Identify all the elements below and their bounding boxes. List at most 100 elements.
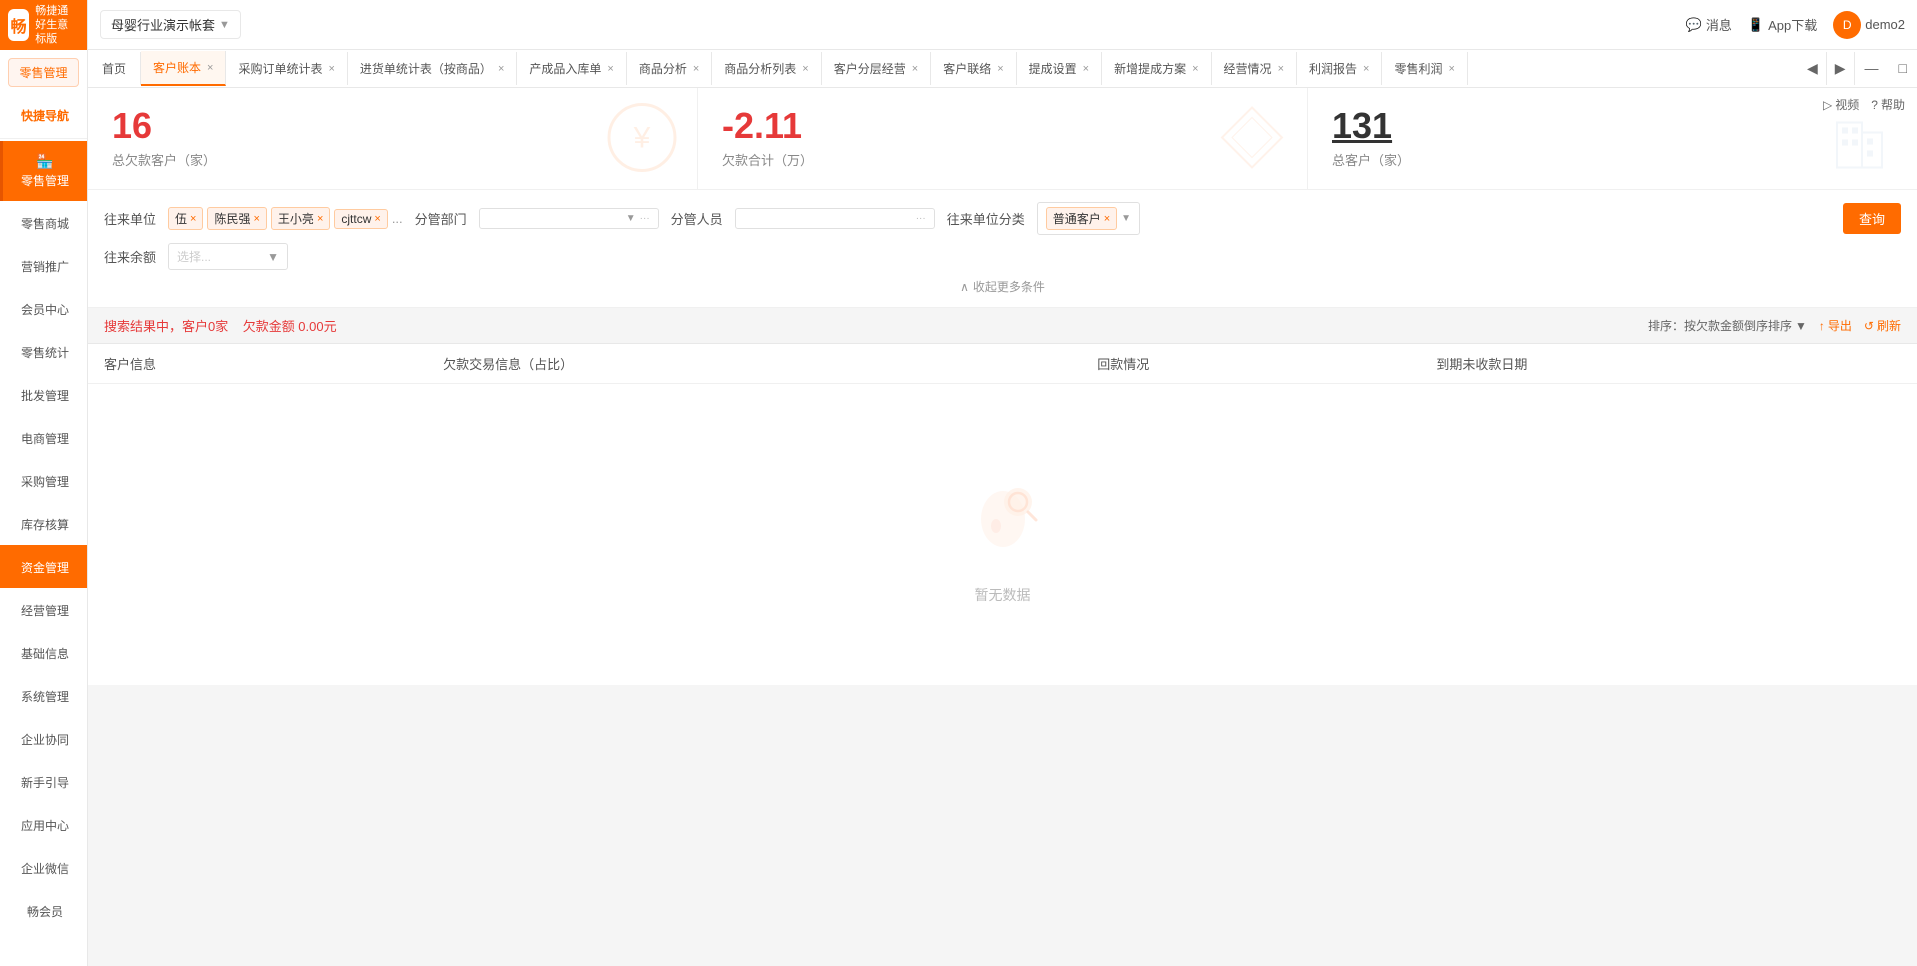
- customer-ledger-page: ▷ 视频 ? 帮助 ¥: [88, 88, 1917, 685]
- tab-product-analysis-list[interactable]: 商品分析列表 ×: [712, 52, 821, 85]
- tab-home[interactable]: 首页: [88, 52, 141, 85]
- page-content-area: ▷ 视频 ? 帮助 ¥: [88, 88, 1917, 966]
- filter-area: 往来单位 伍 × 陈民强 × 王小亮: [88, 190, 1917, 308]
- sidebar-item-member[interactable]: 会员中心: [0, 287, 87, 330]
- tab-purchase-order-stats[interactable]: 采购订单统计表 ×: [226, 52, 347, 85]
- message-icon: 💬: [1686, 17, 1702, 33]
- filter-dept-select[interactable]: ▼ ···: [479, 208, 659, 229]
- sidebar-item-inventory[interactable]: 库存核算: [0, 502, 87, 545]
- results-summary: 搜索结果中，客户0家 欠款金额 0.00元: [104, 316, 337, 335]
- sidebar-item-vip[interactable]: 畅会员: [0, 889, 87, 932]
- stat-debit-amount: -2.11 欠款合计（万）: [698, 88, 1308, 189]
- sidebar-item-wechat[interactable]: 企业微信: [0, 846, 87, 889]
- sidebar-item-label: 资金管理: [7, 559, 83, 576]
- app-download-button[interactable]: 📱 App下载: [1748, 15, 1817, 34]
- sidebar-item-finance[interactable]: 资金管理: [0, 545, 87, 588]
- stat-debit-amount-label: 欠款合计（万）: [722, 150, 813, 169]
- sidebar-item-app-center[interactable]: 应用中心: [0, 803, 87, 846]
- filter-classify-select[interactable]: 普通客户 × ▼: [1037, 202, 1140, 235]
- sort-button[interactable]: 排序：按欠款金额倒序排序 ▼: [1648, 317, 1807, 334]
- tab-product-analysis[interactable]: 商品分析 ×: [627, 52, 712, 85]
- tab-close-icon[interactable]: ×: [1363, 63, 1369, 75]
- logo-text: 畅捷通好生意 标版: [35, 4, 79, 47]
- account-selector[interactable]: 母婴行业演示帐套 ▼: [100, 10, 241, 39]
- filter-tag-close-icon[interactable]: ×: [253, 213, 259, 225]
- filter-tag-chen[interactable]: 陈民强 ×: [207, 207, 266, 230]
- sidebar-item-system[interactable]: 系统管理: [0, 674, 87, 717]
- tab-close-icon[interactable]: ×: [328, 63, 334, 75]
- chevron-up-icon: ∧: [960, 280, 969, 294]
- sidebar-item-guide[interactable]: 新手引导: [0, 760, 87, 803]
- sidebar-item-retail-mall[interactable]: 零售商城: [0, 201, 87, 244]
- tab-close-icon[interactable]: ×: [1278, 63, 1284, 75]
- tab-customer-tier[interactable]: 客户分层经营 ×: [822, 52, 931, 85]
- tab-commission-settings[interactable]: 提成设置 ×: [1017, 52, 1102, 85]
- filter-tag-normal-customer[interactable]: 普通客户 ×: [1046, 207, 1117, 230]
- tab-close-icon[interactable]: ×: [207, 62, 213, 74]
- filter-tag-close-icon[interactable]: ×: [190, 213, 196, 225]
- filter-tag-close-icon[interactable]: ×: [374, 213, 380, 225]
- sidebar: 畅 畅捷通好生意 标版 零售管理 快捷导航 🏪 零售管理 零售商城 营销推广 会…: [0, 0, 88, 966]
- tab-inbound-stats[interactable]: 进货单统计表（按商品） ×: [348, 52, 517, 85]
- tab-production-inbound[interactable]: 产成品入库单 ×: [517, 52, 626, 85]
- export-button[interactable]: ↑ 导出: [1819, 317, 1852, 334]
- messages-button[interactable]: 💬 消息: [1686, 15, 1732, 34]
- sidebar-item-ecommerce[interactable]: 电商管理: [0, 416, 87, 459]
- filter-more-button[interactable]: ...: [392, 211, 403, 226]
- filter-label-person: 分管人员: [671, 209, 723, 228]
- tab-close-icon[interactable]: ×: [912, 63, 918, 75]
- tab-close-icon[interactable]: ×: [802, 63, 808, 75]
- tab-close-icon[interactable]: ×: [1192, 63, 1198, 75]
- tab-maximize-button[interactable]: □: [1889, 52, 1917, 85]
- sidebar-item-purchase[interactable]: 采购管理: [0, 459, 87, 502]
- sidebar-search-area: 零售管理: [0, 50, 87, 95]
- tab-minimize-button[interactable]: —: [1855, 52, 1889, 85]
- stat-total-customers: 131 总客户（家）: [1308, 88, 1917, 189]
- sidebar-item-basics[interactable]: 基础信息: [0, 631, 87, 674]
- sidebar-item-quick-nav[interactable]: 快捷导航: [0, 95, 87, 136]
- empty-text: 暂无数据: [975, 585, 1031, 605]
- tab-prev-arrow[interactable]: ◀: [1799, 52, 1827, 85]
- sidebar-item-label: 应用中心: [7, 817, 83, 834]
- download-icon: 📱: [1748, 17, 1764, 33]
- col-overdue-date: 到期未收款日期: [1420, 344, 1917, 384]
- filter-person-input[interactable]: ···: [735, 208, 935, 229]
- filter-tag-cjttcw[interactable]: cjttcw ×: [334, 209, 387, 229]
- collapse-filter-button[interactable]: ∧ 收起更多条件: [960, 278, 1045, 295]
- tab-close-icon[interactable]: ×: [997, 63, 1003, 75]
- sidebar-item-label: 零售管理: [7, 172, 83, 189]
- stat-debit-customers-value: 16: [112, 108, 216, 144]
- sidebar-item-retail-stats[interactable]: 零售统计: [0, 330, 87, 373]
- sidebar-item-label: 会员中心: [7, 301, 83, 318]
- filter-tag-wang[interactable]: 王小亮 ×: [271, 207, 330, 230]
- tab-new-commission[interactable]: 新增提成方案 ×: [1102, 52, 1211, 85]
- tab-close-icon[interactable]: ×: [498, 63, 504, 75]
- sidebar-item-wholesale[interactable]: 批发管理: [0, 373, 87, 416]
- topbar: 母婴行业演示帐套 ▼ 💬 消息 📱 App下载 D demo2: [88, 0, 1917, 50]
- tab-profit-report[interactable]: 利润报告 ×: [1297, 52, 1382, 85]
- tab-close-icon[interactable]: ×: [693, 63, 699, 75]
- tab-close-icon[interactable]: ×: [1083, 63, 1089, 75]
- filter-tag-close-icon[interactable]: ×: [1104, 213, 1110, 225]
- query-button[interactable]: 查询: [1843, 203, 1901, 234]
- chevron-down-icon: ▼: [219, 19, 230, 31]
- refresh-button[interactable]: ↺ 刷新: [1864, 317, 1901, 334]
- sidebar-item-collaboration[interactable]: 企业协同: [0, 717, 87, 760]
- tab-customer-ledger[interactable]: 客户账本 ×: [141, 51, 226, 86]
- filter-tag-close-icon[interactable]: ×: [317, 213, 323, 225]
- sidebar-item-operations[interactable]: 经营管理: [0, 588, 87, 631]
- search-menu-button[interactable]: 零售管理: [8, 58, 79, 87]
- tab-retail-profit[interactable]: 零售利润 ×: [1382, 52, 1467, 85]
- tab-customer-contact[interactable]: 客户联络 ×: [931, 52, 1016, 85]
- tab-next-arrow[interactable]: ▶: [1827, 52, 1855, 85]
- sidebar-item-zero-retail[interactable]: 🏪 零售管理: [0, 141, 87, 201]
- user-profile[interactable]: D demo2: [1833, 11, 1905, 39]
- col-repayment: 回款情况: [1081, 344, 1420, 384]
- filter-balance-select[interactable]: 选择... ▼: [168, 243, 288, 270]
- tab-close-icon[interactable]: ×: [607, 63, 613, 75]
- tab-close-icon[interactable]: ×: [1448, 63, 1454, 75]
- filter-tag-wu[interactable]: 伍 ×: [168, 207, 203, 230]
- tab-business-status[interactable]: 经营情况 ×: [1212, 52, 1297, 85]
- sidebar-item-label: 经营管理: [7, 602, 83, 619]
- sidebar-item-marketing[interactable]: 营销推广: [0, 244, 87, 287]
